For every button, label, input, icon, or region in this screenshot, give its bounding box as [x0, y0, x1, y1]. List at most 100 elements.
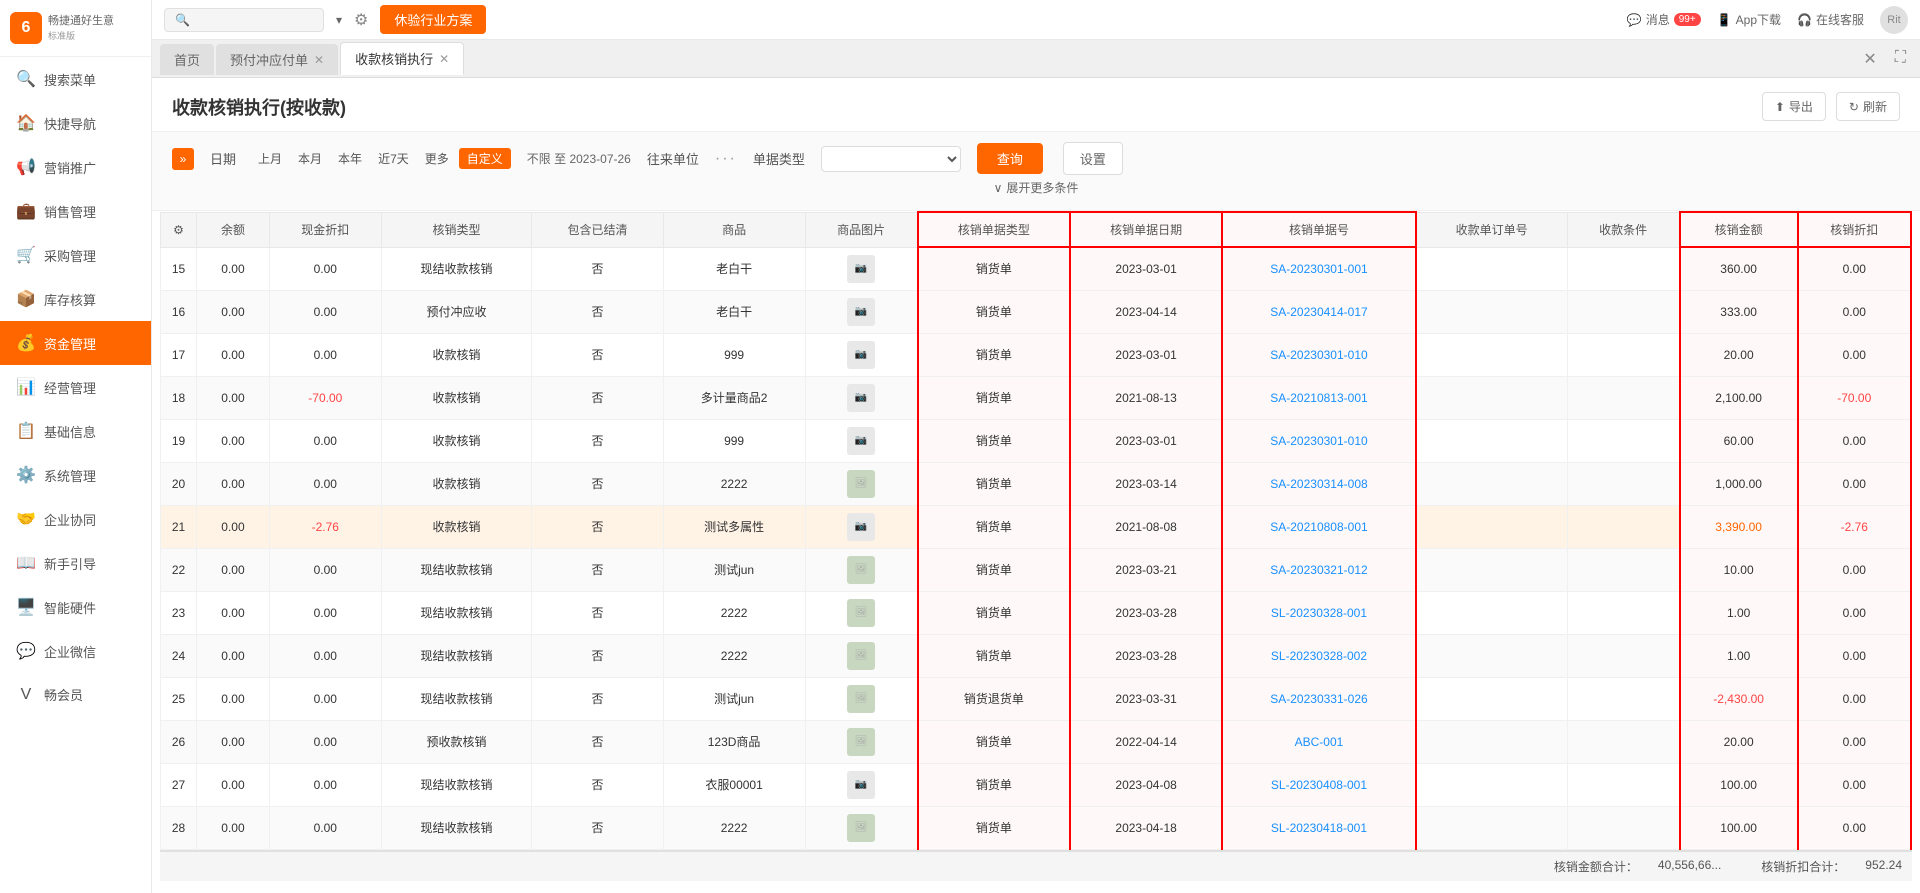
bill-no-link[interactable]: SA-20230414-017: [1270, 305, 1367, 319]
expand-more-btn[interactable]: ∨ 展开更多条件: [172, 175, 1900, 200]
bill-no-link[interactable]: SA-20210808-001: [1270, 520, 1367, 534]
cell-product-image: 📷: [805, 505, 918, 548]
base-icon: 📋: [16, 421, 36, 441]
bill-no-link[interactable]: SL-20230418-001: [1271, 821, 1367, 835]
date-more[interactable]: 更多: [419, 148, 455, 169]
sidebar-item-base[interactable]: 📋基础信息: [0, 409, 151, 453]
cell-receipt-condition: [1567, 634, 1680, 677]
sidebar-item-purchase[interactable]: 🛒采购管理: [0, 233, 151, 277]
date-this-month[interactable]: 本月: [292, 148, 328, 169]
cell-verify-bill-no[interactable]: SA-20210813-001: [1222, 376, 1415, 419]
bill-no-link[interactable]: SA-20230301-010: [1270, 434, 1367, 448]
bill-no-link[interactable]: SL-20230328-002: [1271, 649, 1367, 663]
product-image: 🖼: [847, 599, 875, 627]
sidebar-item-finance[interactable]: 💰资金管理: [0, 321, 151, 365]
cell-verify-bill-no[interactable]: ABC-001: [1222, 720, 1415, 763]
sidebar-item-search[interactable]: 🔍搜索菜单: [0, 57, 151, 101]
bill-no-link[interactable]: SA-20230331-026: [1270, 692, 1367, 706]
filter-toggle-btn[interactable]: »: [172, 148, 194, 170]
date-this-year[interactable]: 本年: [332, 148, 368, 169]
cell-verify-type: 现结收款核销: [381, 763, 532, 806]
date-7days[interactable]: 近7天: [372, 148, 415, 169]
tab-close-prepay[interactable]: ✕: [314, 53, 324, 67]
bill-no-link[interactable]: SA-20230314-008: [1270, 477, 1367, 491]
sidebar-item-biz[interactable]: 📊经营管理: [0, 365, 151, 409]
cell-receipt-order: [1416, 247, 1567, 290]
date-last-month[interactable]: 上月: [252, 148, 288, 169]
settings-btn[interactable]: 设置: [1063, 142, 1123, 175]
date-custom[interactable]: 自定义: [459, 148, 511, 169]
cell-verify-bill-no[interactable]: SL-20230328-001: [1222, 591, 1415, 634]
bill-no-link[interactable]: ABC-001: [1295, 735, 1344, 749]
tab-close-receipt[interactable]: ✕: [439, 52, 449, 66]
topbar-search[interactable]: 🔍: [164, 8, 324, 32]
sidebar-item-marketing[interactable]: 📢营销推广: [0, 145, 151, 189]
gear-icon[interactable]: ⚙: [354, 10, 368, 30]
sidebar-item-hardware[interactable]: 🖥️智能硬件: [0, 585, 151, 629]
brand-name: 畅捷通好生意: [48, 14, 114, 28]
cell-verify-bill-no[interactable]: SL-20230328-002: [1222, 634, 1415, 677]
cell-verify-bill-no[interactable]: SA-20230331-026: [1222, 677, 1415, 720]
cell-include-cleared: 否: [532, 419, 663, 462]
sidebar-item-sales[interactable]: 💼销售管理: [0, 189, 151, 233]
cell-cash-discount: 0.00: [269, 462, 381, 505]
col-settings[interactable]: ⚙: [161, 212, 197, 247]
topbar-right: 💬 消息 99+ 📱 App下载 🎧 在线客服 Rit: [1627, 6, 1908, 34]
cell-verify-bill-no[interactable]: SA-20230414-017: [1222, 290, 1415, 333]
bill-no-link[interactable]: SA-20230321-012: [1270, 563, 1367, 577]
online-service-item[interactable]: 🎧 在线客服: [1797, 11, 1864, 28]
tab-receipt[interactable]: 收款核销执行✕: [340, 42, 464, 75]
sidebar-item-inventory[interactable]: 📦库存核算: [0, 277, 151, 321]
message-item[interactable]: 💬 消息 99+: [1627, 11, 1701, 28]
bill-no-link[interactable]: SA-20230301-010: [1270, 348, 1367, 362]
tab-label-home: 首页: [174, 50, 200, 69]
tab-label-prepay: 预付冲应付单: [230, 50, 308, 69]
expand-tab-btn[interactable]: ⛶: [1889, 47, 1912, 71]
cell-verify-date: 2023-04-08: [1070, 763, 1222, 806]
bill-no-link[interactable]: SA-20210813-001: [1270, 391, 1367, 405]
sidebar-item-member[interactable]: V畅会员: [0, 673, 151, 716]
cell-verify-bill-no[interactable]: SL-20230418-001: [1222, 806, 1415, 849]
query-btn[interactable]: 查询: [977, 143, 1043, 174]
cell-verify-bill-no[interactable]: SA-20230314-008: [1222, 462, 1415, 505]
bill-no-link[interactable]: SA-20230301-001: [1270, 262, 1367, 276]
sidebar-item-wechat[interactable]: 💬企业微信: [0, 629, 151, 673]
cell-balance: 0.00: [197, 505, 270, 548]
cell-product: 999: [663, 333, 805, 376]
cell-receipt-order: [1416, 505, 1567, 548]
cell-verify-bill-no[interactable]: SA-20230301-010: [1222, 419, 1415, 462]
cell-verify-bill-no[interactable]: SA-20210808-001: [1222, 505, 1415, 548]
export-btn[interactable]: ⬆ 导出: [1762, 92, 1826, 121]
message-badge: 99+: [1674, 13, 1701, 26]
cell-balance: 0.00: [197, 462, 270, 505]
service-icon: 🎧: [1797, 13, 1812, 27]
tab-prepay[interactable]: 预付冲应付单 ✕: [216, 44, 338, 75]
bill-no-link[interactable]: SL-20230408-001: [1271, 778, 1367, 792]
bill-no-link[interactable]: SL-20230328-001: [1271, 606, 1367, 620]
close-tab-btn[interactable]: ✕: [1857, 47, 1882, 71]
counterparty-input[interactable]: ···: [715, 150, 737, 168]
cell-verify-bill-no[interactable]: SA-20230301-010: [1222, 333, 1415, 376]
cell-verify-bill-no[interactable]: SL-20230408-001: [1222, 763, 1415, 806]
bill-type-select[interactable]: [821, 146, 961, 172]
topbar-dropdown[interactable]: ▾: [336, 13, 342, 27]
cell-verify-bill-no[interactable]: SA-20230321-012: [1222, 548, 1415, 591]
industry-btn[interactable]: 休验行业方案: [380, 5, 486, 34]
tab-home[interactable]: 首页: [160, 44, 214, 75]
avatar[interactable]: Rit: [1880, 6, 1908, 34]
sidebar-label-sales: 销售管理: [44, 202, 96, 221]
app-logo: 6 畅捷通好生意 标准版: [0, 0, 151, 57]
sidebar-item-system[interactable]: ⚙️系统管理: [0, 453, 151, 497]
sidebar-item-corp[interactable]: 🤝企业协同: [0, 497, 151, 541]
refresh-btn[interactable]: ↻ 刷新: [1836, 92, 1900, 121]
sidebar-item-quick[interactable]: 🏠快捷导航: [0, 101, 151, 145]
sidebar-item-guide[interactable]: 📖新手引导: [0, 541, 151, 585]
cell-verify-bill-no[interactable]: SA-20230301-001: [1222, 247, 1415, 290]
sidebar-label-biz: 经营管理: [44, 378, 96, 397]
cell-receipt-condition: [1567, 806, 1680, 849]
cell-verify-type: 预付冲应收: [381, 290, 532, 333]
app-icon: 📱: [1717, 13, 1732, 27]
app-download-item[interactable]: 📱 App下载: [1717, 11, 1781, 28]
cell-product: 多计量商品2: [663, 376, 805, 419]
cell-rownum: 22: [161, 548, 197, 591]
